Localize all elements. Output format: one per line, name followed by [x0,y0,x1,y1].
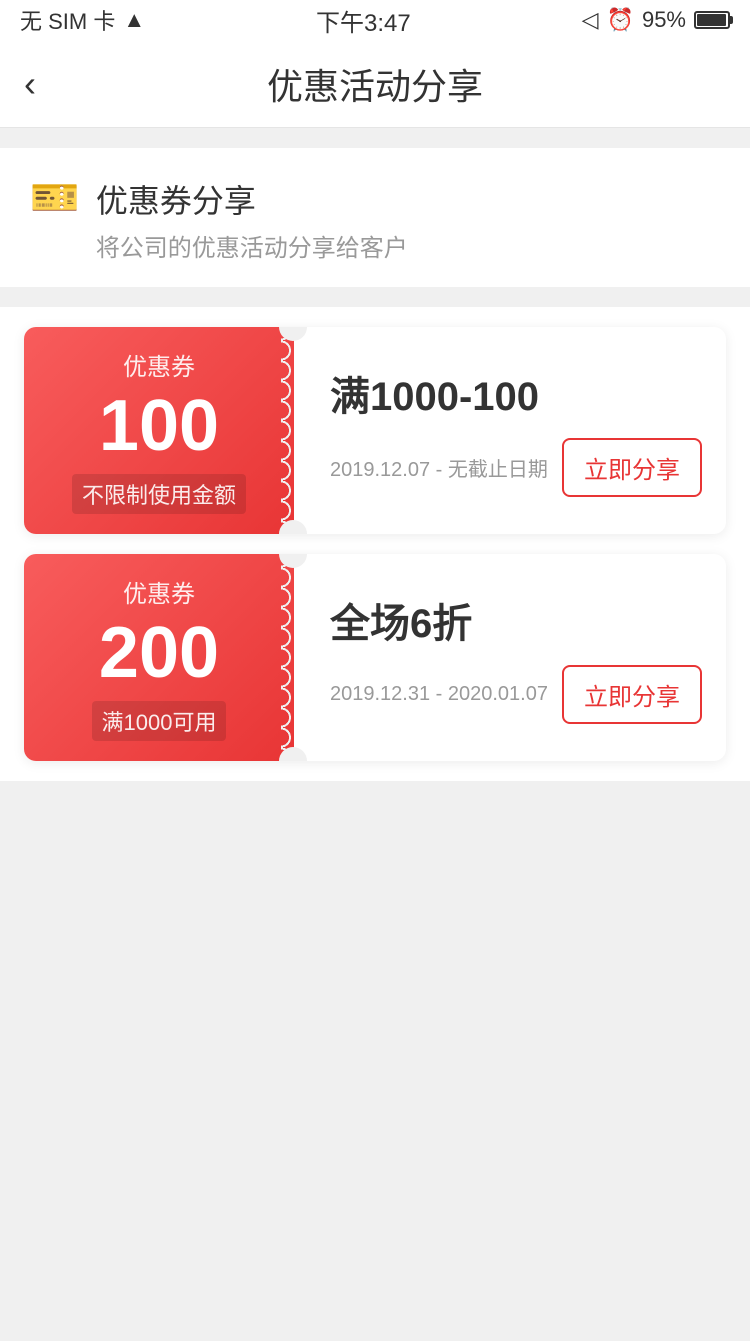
wifi-icon: ▲ [123,7,145,33]
coupon-label-0: 优惠券 [123,347,195,382]
coupon-label-1: 优惠券 [123,574,195,609]
back-button[interactable]: ‹ [24,63,36,105]
location-icon: ◁ [582,7,599,33]
empty-area [0,781,750,1341]
coupon-section-icon: 🎫 [30,178,80,218]
coupon-condition-1: 满1000可用 [92,701,227,741]
coupon-name-1: 全场6折 [330,591,702,649]
coupon-card: 优惠券 100 不限制使用金额 满1000-100 2019.12.07 - 无… [24,327,726,534]
coupon-amount-0: 100 [99,390,219,462]
coupon-name-0: 满1000-100 [330,364,702,422]
coupon-card: 优惠券 200 满1000可用 全场6折 2019.12.31 - 2020.0… [24,554,726,761]
coupon-left-1: 优惠券 200 满1000可用 [24,554,294,761]
coupon-amount-1: 200 [99,617,219,689]
share-button-0[interactable]: 立即分享 [562,438,702,497]
status-bar: 无 SIM 卡 ▲ 下午3:47 ◁ ⏰ 95% [0,0,750,40]
coupon-condition-0: 不限制使用金额 [72,474,246,514]
carrier-text: 无 SIM 卡 [20,4,115,36]
coupon-date-1: 2019.12.31 - 2020.01.07 [330,683,550,706]
battery-icon [694,11,730,29]
share-button-1[interactable]: 立即分享 [562,665,702,724]
section-text-group: 优惠券分享 将公司的优惠活动分享给客户 [96,176,408,263]
battery-percent: 95% [642,7,686,33]
coupon-list: 优惠券 100 不限制使用金额 满1000-100 2019.12.07 - 无… [0,307,750,781]
coupon-date-0: 2019.12.07 - 无截止日期 [330,453,550,482]
status-bar-right: ◁ ⏰ 95% [582,7,730,33]
section-title: 优惠券分享 [96,176,408,222]
coupon-right-0: 满1000-100 2019.12.07 - 无截止日期 立即分享 [294,327,726,534]
page-title: 优惠活动分享 [267,58,483,110]
coupon-right-1: 全场6折 2019.12.31 - 2020.01.07 立即分享 [294,554,726,761]
coupon-footer-0: 2019.12.07 - 无截止日期 立即分享 [330,438,702,497]
coupon-left-0: 优惠券 100 不限制使用金额 [24,327,294,534]
alarm-icon: ⏰ [607,7,634,33]
nav-bar: ‹ 优惠活动分享 [0,40,750,128]
section-header: 🎫 优惠券分享 将公司的优惠活动分享给客户 [0,148,750,287]
section-subtitle: 将公司的优惠活动分享给客户 [96,228,408,263]
coupon-footer-1: 2019.12.31 - 2020.01.07 立即分享 [330,665,702,724]
status-bar-left: 无 SIM 卡 ▲ [20,4,145,36]
status-bar-time: 下午3:47 [316,3,411,38]
back-icon: ‹ [24,63,36,105]
